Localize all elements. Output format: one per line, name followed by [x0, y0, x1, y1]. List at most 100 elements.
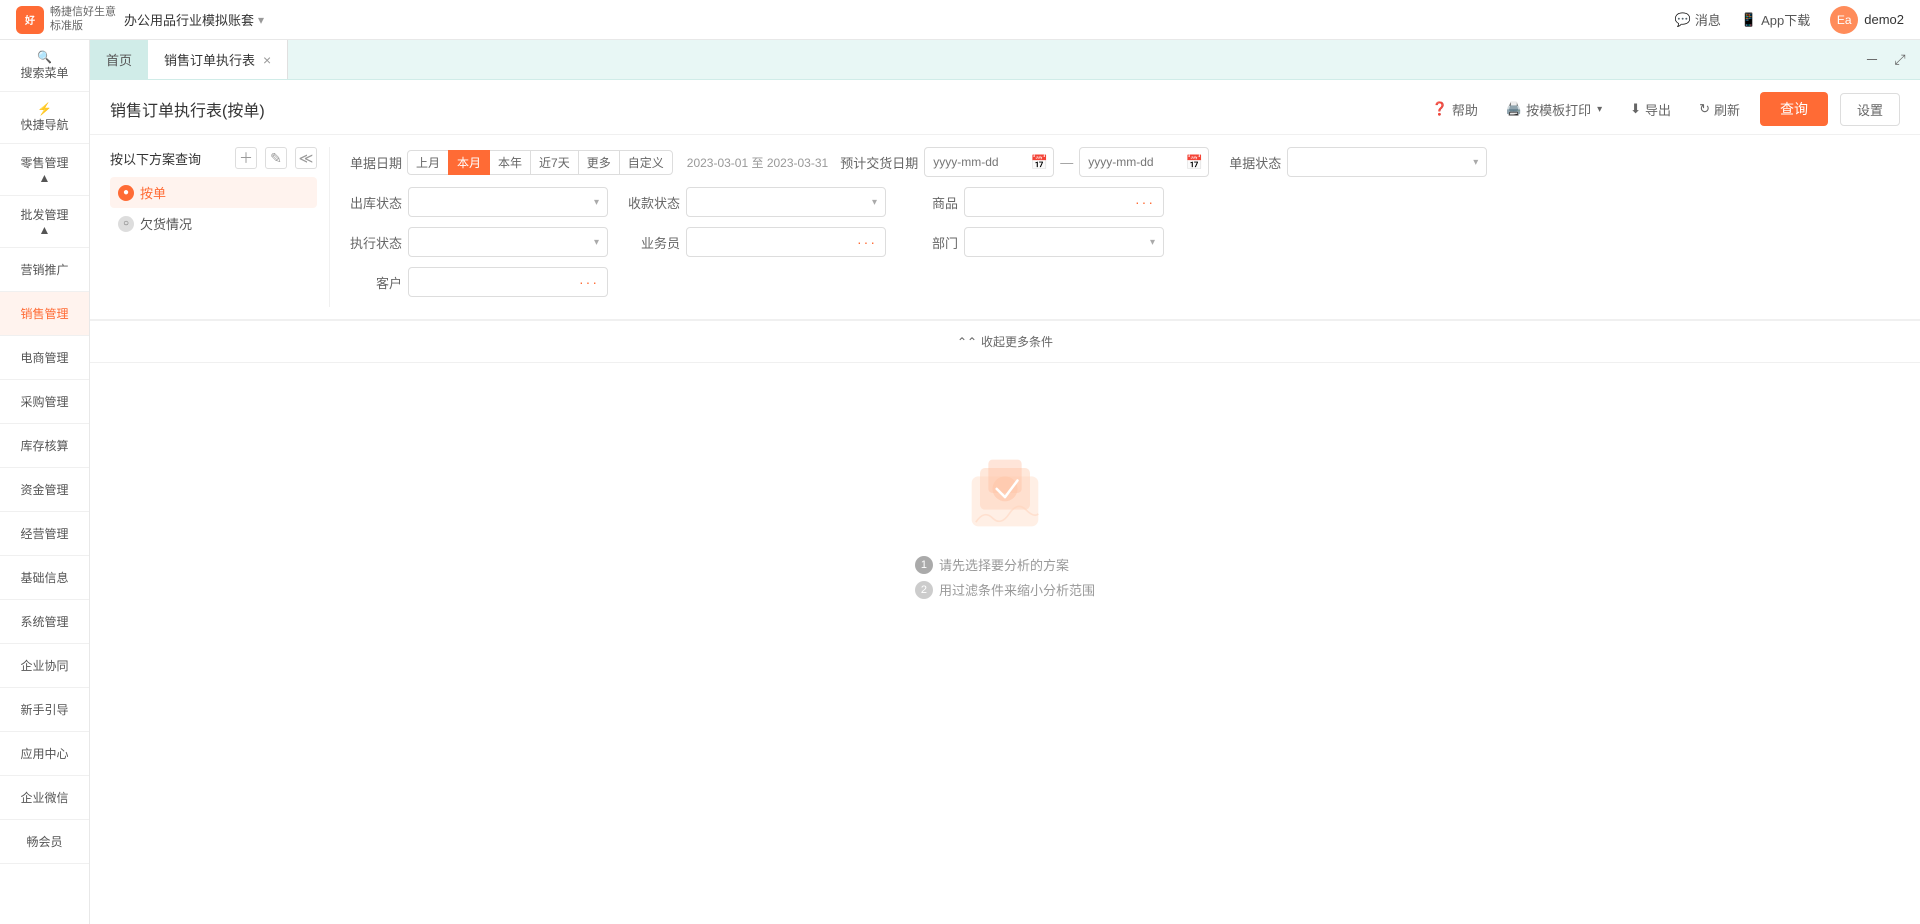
sidebar-item-app-center[interactable]: 应用中心: [0, 732, 89, 776]
tab-home[interactable]: 首页: [90, 40, 148, 79]
empty-tip-1: 1 请先选择要分析的方案: [915, 555, 1095, 574]
calendar-start-icon[interactable]: 📅: [1031, 154, 1048, 171]
plan-item-order[interactable]: ● 按单: [110, 177, 317, 208]
edit-plan-button[interactable]: ✎: [265, 147, 287, 169]
tab-maximize-button[interactable]: ⤢: [1888, 48, 1912, 72]
date-tab-this-year[interactable]: 本年: [489, 150, 531, 175]
status-select[interactable]: ▾: [1287, 147, 1487, 177]
sidebar-item-quick-nav[interactable]: ⚡ 快捷导航: [0, 92, 89, 144]
dept-arrow-icon: ▾: [1150, 237, 1155, 248]
tab-bar: 首页 销售订单执行表 × － ⤢: [90, 40, 1920, 80]
tip-num-2: 2: [915, 581, 933, 599]
customer-select-ellipsis[interactable]: ···: [579, 274, 599, 290]
help-button[interactable]: ❓ 帮助: [1424, 96, 1486, 123]
logo-icon: 好: [16, 6, 44, 34]
refresh-icon: ↻: [1699, 101, 1710, 117]
customer-select[interactable]: ···: [408, 267, 608, 297]
message-button[interactable]: 💬 消息: [1675, 10, 1721, 29]
help-icon: ❓: [1432, 101, 1448, 117]
sidebar-item-base-info[interactable]: 基础信息: [0, 556, 89, 600]
query-button[interactable]: 查询: [1760, 92, 1828, 126]
filter-plan-area: 按以下方案查询 ＋ ✎ ≪ ● 按单 ○: [110, 147, 330, 307]
page-inner: 销售订单执行表(按单) ❓ 帮助 🖨️ 按模板打印 ▾ ⬇: [90, 80, 1920, 924]
expected-date-start-wrap: 📅: [924, 147, 1054, 177]
sidebar-item-onboarding[interactable]: 新手引导: [0, 688, 89, 732]
tab-bar-right: － ⤢: [1860, 48, 1920, 72]
sidebar-item-inventory[interactable]: 库存核算: [0, 424, 89, 468]
status-select-arrow-icon: ▾: [1473, 157, 1478, 168]
breadcrumb[interactable]: 办公用品行业模拟账套 ▾: [124, 10, 264, 29]
date-tab-custom[interactable]: 自定义: [619, 150, 673, 175]
collapse-button[interactable]: ⌃⌃ 收起更多条件: [96, 327, 1914, 356]
sidebar-item-member[interactable]: 畅会员: [0, 820, 89, 864]
empty-state: 1 请先选择要分析的方案 2 用过滤条件来缩小分析范围: [90, 363, 1920, 679]
salesperson-select[interactable]: ···: [686, 227, 886, 257]
sidebar-item-purchase[interactable]: 采购管理: [0, 380, 89, 424]
print-arrow-icon: ▾: [1597, 104, 1602, 115]
sidebar-item-finance[interactable]: 资金管理: [0, 468, 89, 512]
main-layout: 🔍 搜索菜单 ⚡ 快捷导航 零售管理 ▲ 批发管理 ▲ 营销推广 销售管理 电商…: [0, 40, 1920, 924]
sidebar-item-operations[interactable]: 经营管理: [0, 512, 89, 556]
exec-status-select[interactable]: ▾: [408, 227, 608, 257]
add-plan-button[interactable]: ＋: [235, 147, 257, 169]
out-status-select[interactable]: ▾: [408, 187, 608, 217]
tab-close-icon[interactable]: ×: [263, 53, 271, 67]
filter-group-salesperson: 业务员 ···: [620, 227, 886, 257]
out-status-arrow-icon: ▾: [594, 197, 599, 208]
product-select-ellipsis[interactable]: ···: [1135, 194, 1155, 210]
user-menu[interactable]: Ea demo2: [1830, 6, 1904, 34]
filter-group-date: 单据日期 上月 本月 本年 近7天 更多 自定义 2023-03-01 至 20…: [342, 150, 828, 175]
payment-status-select[interactable]: ▾: [686, 187, 886, 217]
sidebar-item-cooperation[interactable]: 企业协同: [0, 644, 89, 688]
filter-group-status: 单据状态 ▾: [1221, 147, 1487, 177]
dept-select[interactable]: ▾: [964, 227, 1164, 257]
sidebar: 🔍 搜索菜单 ⚡ 快捷导航 零售管理 ▲ 批发管理 ▲ 营销推广 销售管理 电商…: [0, 40, 90, 924]
export-icon: ⬇: [1630, 101, 1641, 117]
filter-group-exec-status: 执行状态 ▾: [342, 227, 608, 257]
date-tab-more[interactable]: 更多: [578, 150, 620, 175]
filter-group-expected-date: 预计交货日期 📅 — 📅: [840, 147, 1209, 177]
app-download-button[interactable]: 📱 App下载: [1741, 10, 1810, 29]
message-icon: 💬: [1675, 12, 1691, 28]
empty-tips: 1 请先选择要分析的方案 2 用过滤条件来缩小分析范围: [915, 555, 1095, 599]
page-header-actions: ❓ 帮助 🖨️ 按模板打印 ▾ ⬇ 导出 ↻: [1424, 92, 1900, 126]
product-select[interactable]: ···: [964, 187, 1164, 217]
content-area: 首页 销售订单执行表 × － ⤢ 销售订单执行表(按单) ❓: [90, 40, 1920, 924]
export-button[interactable]: ⬇ 导出: [1622, 96, 1679, 123]
filter-row-status: 出库状态 ▾ 收款状态 ▾: [342, 187, 1900, 217]
dept-label: 部门: [898, 233, 958, 252]
salesperson-select-ellipsis[interactable]: ···: [857, 234, 877, 250]
logo-area: 好 畅捷信好生意 标准版: [16, 6, 116, 34]
sidebar-item-system[interactable]: 系统管理: [0, 600, 89, 644]
calendar-end-icon[interactable]: 📅: [1186, 154, 1203, 171]
template-print-button[interactable]: 🖨️ 按模板打印 ▾: [1498, 96, 1610, 123]
filter-panel: 按以下方案查询 ＋ ✎ ≪ ● 按单 ○: [90, 135, 1920, 320]
sidebar-item-ecommerce[interactable]: 电商管理: [0, 336, 89, 380]
product-label: 商品: [898, 193, 958, 212]
header-right: 💬 消息 📱 App下载 Ea demo2: [1675, 6, 1904, 34]
page-title: 销售订单执行表(按单): [110, 97, 265, 121]
tab-sales-order[interactable]: 销售订单执行表 ×: [148, 40, 288, 79]
date-label: 单据日期: [342, 153, 402, 172]
sidebar-item-enterprise-wechat[interactable]: 企业微信: [0, 776, 89, 820]
out-status-label: 出库状态: [342, 193, 402, 212]
settings-button[interactable]: 设置: [1840, 93, 1900, 126]
date-tab-this-month[interactable]: 本月: [448, 150, 490, 175]
tab-minimize-button[interactable]: －: [1860, 48, 1884, 72]
sidebar-item-search-menu[interactable]: 🔍 搜索菜单: [0, 40, 89, 92]
sidebar-item-wholesale[interactable]: 批发管理 ▲: [0, 196, 89, 248]
sidebar-item-marketing[interactable]: 营销推广: [0, 248, 89, 292]
sidebar-item-sales[interactable]: 销售管理: [0, 292, 89, 336]
collapse-plan-button[interactable]: ≪: [295, 147, 317, 169]
logo-text: 畅捷信好生意 标准版: [50, 6, 116, 32]
date-tab-7days[interactable]: 近7天: [530, 150, 579, 175]
filter-group-payment-status: 收款状态 ▾: [620, 187, 886, 217]
refresh-button[interactable]: ↻ 刷新: [1691, 96, 1748, 123]
plan-item-shortage[interactable]: ○ 欠货情况: [110, 208, 317, 239]
date-separator: —: [1058, 155, 1075, 170]
payment-status-arrow-icon: ▾: [872, 197, 877, 208]
sidebar-item-retail[interactable]: 零售管理 ▲: [0, 144, 89, 196]
payment-status-label: 收款状态: [620, 193, 680, 212]
date-tab-last-month[interactable]: 上月: [407, 150, 449, 175]
header-left: 好 畅捷信好生意 标准版 办公用品行业模拟账套 ▾: [16, 6, 264, 34]
